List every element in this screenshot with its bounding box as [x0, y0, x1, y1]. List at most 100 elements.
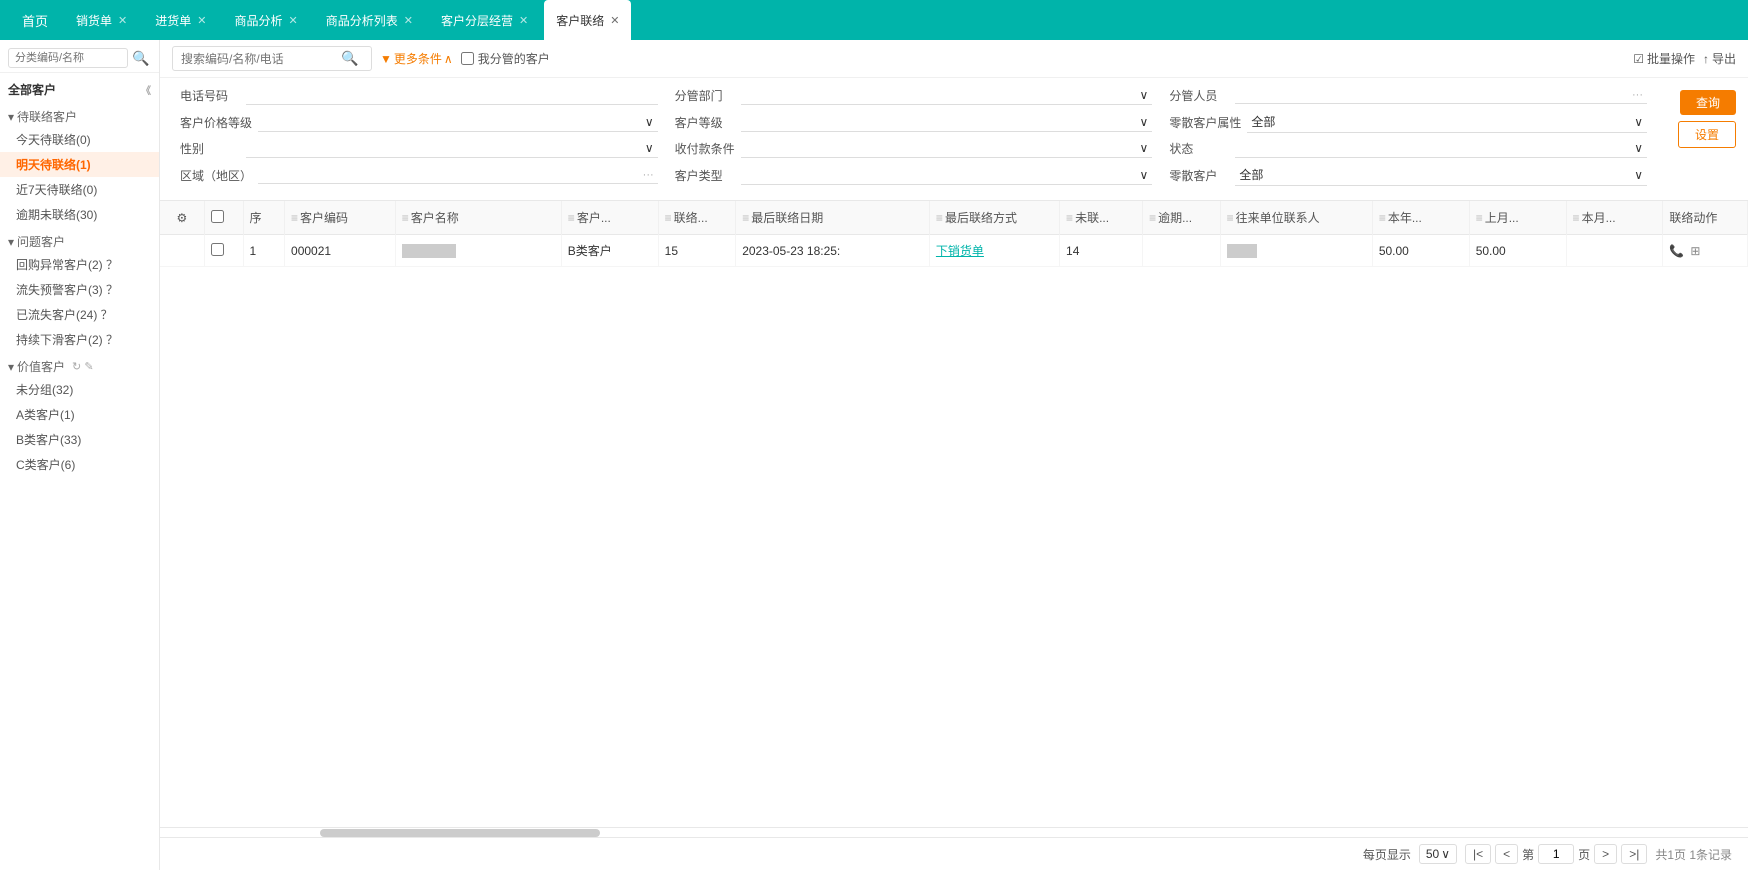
col-settings[interactable]: ⚙ [160, 201, 204, 235]
select-all-checkbox[interactable] [211, 210, 224, 223]
sort-icon: ≡ [1227, 211, 1234, 225]
col-this-month[interactable]: ≡本月... [1566, 201, 1663, 235]
nav-sales-order[interactable]: 销货单 ✕ [64, 0, 139, 40]
cell-uncontacted: 14 [1060, 235, 1143, 267]
table-row: 1 000021 Ea B类客户 15 2023-05-23 18:25: 下销… [160, 235, 1748, 267]
col-unit-contact[interactable]: ≡往来单位联系人 [1220, 201, 1372, 235]
cust-type-select[interactable]: ∨ [741, 166, 1153, 185]
price-level-select[interactable]: ∨ [258, 113, 658, 132]
close-icon[interactable]: ✕ [289, 14, 298, 27]
status-select[interactable]: ∨ [1235, 139, 1647, 158]
filter-cust-type: 客户类型 ∨ [667, 166, 1162, 185]
more-btn[interactable]: ··· [643, 169, 654, 181]
sidebar-item-tomorrow-contact[interactable]: 明天待联络(1) [0, 152, 159, 177]
sort-icon: ≡ [742, 211, 749, 225]
sidebar-item-c-class[interactable]: C类客户(6) [0, 452, 159, 477]
close-icon[interactable]: ✕ [519, 14, 528, 27]
region-select[interactable]: ··· [258, 167, 658, 184]
sidebar-item-churned[interactable]: 已流失客户(24) ？ [0, 302, 159, 327]
person-select[interactable]: ··· [1235, 87, 1647, 104]
cust-type-label: 客户类型 [675, 167, 735, 184]
nav-purchase-order[interactable]: 进货单 ✕ [143, 0, 218, 40]
toolbar-right: ☑ 批量操作 ↑ 导出 [1633, 50, 1736, 67]
sidebar-search-icon[interactable]: 🔍 [132, 50, 149, 67]
my-customers-checkbox[interactable] [461, 52, 474, 65]
advanced-filter-panel: 电话号码 分管部门 ∨ 分管人员 [160, 78, 1748, 201]
retail-cust-select[interactable]: 全部 ∨ [1235, 164, 1647, 186]
grid-icon[interactable]: ⊞ [1690, 244, 1700, 258]
next-page-button[interactable]: > [1594, 844, 1617, 864]
sidebar-item-today-contact[interactable]: 今天待联络(0) [0, 127, 159, 152]
sidebar-item-b-class[interactable]: B类客户(33) [0, 427, 159, 452]
more-btn[interactable]: ··· [1632, 89, 1643, 101]
search-icon[interactable]: 🔍 [341, 50, 358, 67]
col-overdue[interactable]: ≡逾期... [1143, 201, 1221, 235]
col-code[interactable]: ≡客户编码 [285, 201, 396, 235]
close-icon[interactable]: ✕ [404, 14, 413, 27]
sidebar-item-week-contact[interactable]: 近7天待联络(0) [0, 177, 159, 202]
nav-customer-segment[interactable]: 客户分层经营 ✕ [429, 0, 540, 40]
col-category[interactable]: ≡客户... [561, 201, 658, 235]
cell-last-method[interactable]: 下销货单 [929, 235, 1059, 267]
nav-product-analysis-list[interactable]: 商品分析列表 ✕ [314, 0, 425, 40]
dept-select[interactable]: ∨ [741, 86, 1153, 105]
sort-icon: ≡ [1573, 211, 1580, 225]
page-input[interactable] [1538, 844, 1574, 864]
col-last-month[interactable]: ≡上月... [1469, 201, 1566, 235]
col-checkbox[interactable] [204, 201, 243, 235]
first-page-button[interactable]: |< [1465, 844, 1491, 864]
col-last-method[interactable]: ≡最后联络方式 [929, 201, 1059, 235]
sidebar-item-ungrouped[interactable]: 未分组(32) [0, 377, 159, 402]
page-label: 第 [1522, 846, 1534, 863]
value-customer-icons[interactable]: ↻ ✎ [72, 360, 94, 373]
more-filter-button[interactable]: ▼ 更多条件 ∧ [380, 50, 453, 67]
collapse-icon[interactable]: 《 [141, 82, 151, 97]
sidebar-item-a-class[interactable]: A类客户(1) [0, 402, 159, 427]
close-icon[interactable]: ✕ [197, 14, 206, 27]
gender-select[interactable]: ∨ [246, 139, 658, 158]
sidebar-item-abnormal-repurchase[interactable]: 回购异常客户(2) ？ [0, 252, 159, 277]
chevron-down-icon: ∨ [1634, 115, 1643, 129]
sidebar-item-overdue-contact[interactable]: 逾期未联络(30) [0, 202, 159, 227]
col-name[interactable]: ≡客户名称 [395, 201, 561, 235]
filter-region: 区域（地区） ··· [172, 167, 667, 184]
col-this-year[interactable]: ≡本年... [1372, 201, 1469, 235]
setting-button[interactable]: 设置 [1678, 121, 1736, 148]
sort-icon: ≡ [291, 211, 298, 225]
phone-input[interactable] [246, 86, 658, 105]
all-customers-header[interactable]: 全部客户 《 [0, 73, 159, 102]
row-checkbox[interactable] [211, 243, 224, 256]
sidebar-item-churn-warning[interactable]: 流失预警客户(3) ？ [0, 277, 159, 302]
col-uncontacted[interactable]: ≡未联... [1060, 201, 1143, 235]
prev-page-button[interactable]: < [1495, 844, 1518, 864]
total-label: 共1页 1条记录 [1655, 846, 1732, 863]
sidebar-search-input[interactable] [8, 48, 128, 68]
close-icon[interactable]: ✕ [118, 14, 127, 27]
col-contacts[interactable]: ≡联络... [658, 201, 736, 235]
cell-action[interactable]: 📞 ⊞ [1663, 235, 1748, 267]
per-page-select[interactable]: 50 ∨ [1419, 844, 1457, 864]
query-button[interactable]: 查询 [1680, 90, 1736, 115]
col-last-date[interactable]: ≡最后联络日期 [736, 201, 930, 235]
retail-attr-select[interactable]: 全部 ∨ [1247, 111, 1647, 133]
col-no: 序 [243, 201, 285, 235]
last-page-button[interactable]: >| [1621, 844, 1647, 864]
nav-home[interactable]: 首页 [10, 0, 60, 40]
search-input[interactable] [181, 52, 341, 66]
nav-product-analysis[interactable]: 商品分析 ✕ [222, 0, 309, 40]
export-button[interactable]: ↑ 导出 [1703, 50, 1736, 67]
filter-bar: 🔍 ▼ 更多条件 ∧ 我分管的客户 ☑ 批量操作 ↑ 导出 [160, 40, 1748, 78]
nav-customer-contact[interactable]: 客户联络 ✕ [544, 0, 631, 40]
group-value-customers: ▾ 价值客户 ↻ ✎ [0, 352, 159, 377]
sidebar-item-declining[interactable]: 持续下滑客户(2) ？ [0, 327, 159, 352]
group-pending-contact: ▾ 待联络客户 [0, 102, 159, 127]
phone-icon[interactable]: 📞 [1669, 244, 1684, 258]
cell-checkbox[interactable] [204, 235, 243, 267]
cust-level-select[interactable]: ∨ [741, 113, 1153, 132]
payment-select[interactable]: ∨ [741, 139, 1153, 158]
page-suffix: 页 [1578, 846, 1590, 863]
chevron-down-icon: ∨ [1634, 141, 1643, 155]
close-icon[interactable]: ✕ [610, 14, 619, 27]
batch-operation-button[interactable]: ☑ 批量操作 [1633, 50, 1695, 67]
cell-category: B类客户 [561, 235, 658, 267]
